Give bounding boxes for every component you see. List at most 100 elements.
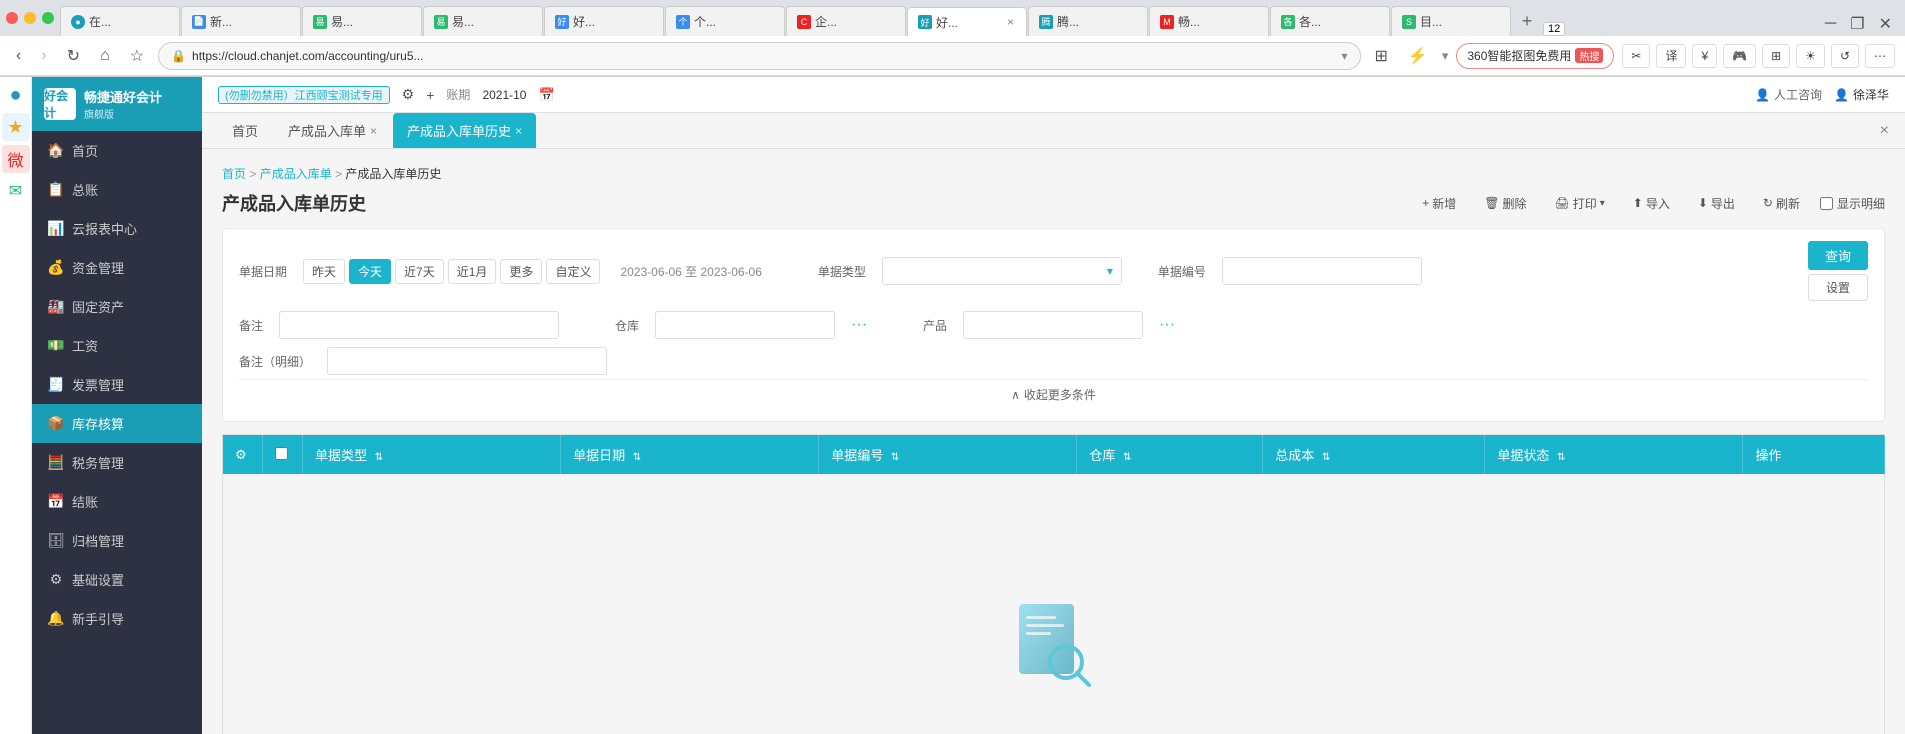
back-btn[interactable]: ‹ [10, 45, 27, 67]
user-avatar[interactable]: 👤 徐泽华 [1834, 86, 1889, 103]
export-btn[interactable]: ⬇ 导出 [1690, 191, 1743, 216]
sidebar-item-payroll[interactable]: 💵 工资 [32, 326, 202, 365]
sidebar-item-home[interactable]: 🏠 首页 [32, 131, 202, 170]
user-service[interactable]: 👤 人工咨询 [1755, 86, 1822, 103]
sidebar-item-settlement[interactable]: 📅 结账 [32, 482, 202, 521]
scissors-btn[interactable]: ✂ [1622, 44, 1650, 68]
window-max-btn[interactable] [42, 12, 54, 24]
close-btn[interactable]: ✕ [1874, 12, 1897, 36]
select-all-checkbox[interactable] [275, 447, 288, 460]
extensions-btn[interactable]: ⊞ [1369, 44, 1394, 68]
show-detail-toggle[interactable]: 显示明细 [1820, 195, 1885, 212]
left-icon-email[interactable]: ✉ [2, 177, 30, 205]
sidebar-item-ledger[interactable]: 📋 总账 [32, 170, 202, 209]
tab-6[interactable]: 个 个... [665, 6, 785, 36]
tab-12[interactable]: S 目... [1391, 6, 1511, 36]
th-voucher-status[interactable]: 单据状态 ⇅ [1485, 435, 1743, 475]
collapse-btn[interactable]: ∧ 收起更多条件 [239, 379, 1868, 409]
tab-11[interactable]: 各 各... [1270, 6, 1390, 36]
window-min-btn[interactable] [24, 12, 36, 24]
query-btn[interactable]: 查询 [1808, 241, 1868, 270]
company-settings-btn[interactable]: ⚙ [402, 86, 415, 103]
settings-nav-btn[interactable]: ⋯ [1865, 44, 1895, 68]
th-total-cost[interactable]: 总成本 ⇅ [1263, 435, 1485, 475]
sidebar-item-new-guide[interactable]: 🔔 新手引导 [32, 599, 202, 638]
panel-close-btn[interactable]: × [1880, 122, 1889, 140]
tab-3[interactable]: 易 易... [302, 6, 422, 36]
home-nav-btn[interactable]: ⌂ [94, 45, 116, 67]
address-bar[interactable]: 🔒 https://cloud.chanjet.com/accounting/u… [158, 42, 1360, 70]
tab-1[interactable]: ● 在... [60, 6, 180, 36]
th-settings[interactable]: ⚙ [223, 435, 263, 475]
date-btn-more[interactable]: 更多 [500, 259, 542, 284]
sidebar-item-inventory[interactable]: 📦 库存核算 [32, 404, 202, 443]
page-tab-history[interactable]: 产成品入库单历史 × [393, 113, 536, 148]
translate-btn[interactable]: 译 [1656, 44, 1686, 68]
left-icon-star[interactable]: ★ [2, 113, 30, 141]
warehouse-input[interactable] [655, 311, 835, 339]
date-btn-custom[interactable]: 自定义 [546, 259, 600, 284]
new-btn[interactable]: + 新增 [1414, 191, 1464, 216]
date-btn-today[interactable]: 今天 [349, 259, 391, 284]
delete-btn[interactable]: 🗑 删除 [1476, 191, 1534, 216]
sidebar-item-tax[interactable]: 🧮 税务管理 [32, 443, 202, 482]
voucher-type-select[interactable]: ▾ [882, 257, 1122, 285]
lightning-btn[interactable]: ⚡ [1402, 44, 1434, 68]
sidebar-item-cloud-report[interactable]: 📊 云报表中心 [32, 209, 202, 248]
date-btn-1month[interactable]: 近1月 [448, 259, 497, 284]
print-btn[interactable]: 🖨 打印 ▾ [1546, 191, 1612, 216]
sidebar-item-basic-settings[interactable]: ⚙ 基础设置 [32, 560, 202, 599]
voucher-no-input[interactable] [1222, 257, 1422, 285]
new-tab-btn[interactable]: + [1512, 6, 1542, 36]
product-dots[interactable]: ··· [1159, 316, 1175, 334]
th-warehouse[interactable]: 仓库 ⇅ [1077, 435, 1263, 475]
page-tab-list[interactable]: 产成品入库单 × [274, 113, 391, 148]
page-tab-list-close[interactable]: × [370, 124, 377, 138]
search-bar[interactable]: 360智能抠图免费用 热搜 [1456, 43, 1614, 69]
left-icon-weibo[interactable]: 微 [2, 145, 30, 173]
product-input[interactable] [963, 311, 1143, 339]
tab-2[interactable]: 📄 新... [181, 6, 301, 36]
calendar-icon[interactable]: 📅 [538, 87, 554, 103]
sidebar-item-archive[interactable]: 🗄 归档管理 [32, 521, 202, 560]
address-dropdown[interactable]: ▾ [1341, 49, 1347, 63]
bookmark-btn[interactable]: ☆ [124, 44, 150, 68]
window-close-btn[interactable] [6, 12, 18, 24]
sidebar-item-fixed-assets[interactable]: 🏭 固定资产 [32, 287, 202, 326]
import-btn[interactable]: ⬆ 导入 [1625, 191, 1678, 216]
page-tab-history-close[interactable]: × [515, 124, 522, 138]
filter-settings-btn[interactable]: 设置 [1808, 274, 1868, 301]
page-tab-home[interactable]: 首页 [218, 113, 272, 148]
warehouse-dots[interactable]: ··· [851, 316, 867, 334]
breadcrumb-home[interactable]: 首页 [222, 167, 246, 181]
tab-8[interactable]: 好 好... × [907, 7, 1027, 37]
refresh-nav-btn[interactable]: ↻ [61, 44, 86, 68]
tab-4[interactable]: 易 易... [423, 6, 543, 36]
detail-remark-input[interactable] [327, 347, 607, 375]
tab-9[interactable]: 腾 腾... [1028, 6, 1148, 36]
th-checkbox[interactable] [263, 435, 303, 475]
date-btn-7days[interactable]: 近7天 [395, 259, 444, 284]
refresh-btn[interactable]: ↻ 刷新 [1755, 191, 1808, 216]
forward-btn[interactable]: › [35, 45, 52, 67]
restore-btn[interactable]: ❐ [1845, 12, 1869, 36]
currency-btn[interactable]: ¥ [1692, 44, 1717, 68]
remark-input[interactable] [279, 311, 559, 339]
show-detail-checkbox[interactable] [1820, 197, 1833, 210]
sidebar-item-invoice[interactable]: 🧾 发票管理 [32, 365, 202, 404]
th-voucher-date[interactable]: 单据日期 ⇅ [561, 435, 819, 475]
date-btn-yesterday[interactable]: 昨天 [303, 259, 345, 284]
history-btn[interactable]: ↺ [1831, 44, 1859, 68]
grid-btn[interactable]: ⊞ [1762, 44, 1790, 68]
dropdown-btn[interactable]: ▾ [1442, 48, 1449, 64]
theme-btn[interactable]: ☀ [1796, 44, 1825, 68]
left-icon-1[interactable]: ● [2, 81, 30, 109]
sidebar-item-fund[interactable]: 💰 资金管理 [32, 248, 202, 287]
minimize-btn[interactable]: ─ [1820, 13, 1841, 35]
tab-8-close[interactable]: × [1005, 15, 1016, 29]
tab-5[interactable]: 好 好... [544, 6, 664, 36]
add-company-btn[interactable]: + [426, 87, 434, 103]
tab-10[interactable]: M 畅... [1149, 6, 1269, 36]
game-btn[interactable]: 🎮 [1723, 44, 1756, 68]
th-voucher-no[interactable]: 单据编号 ⇅ [819, 435, 1077, 475]
